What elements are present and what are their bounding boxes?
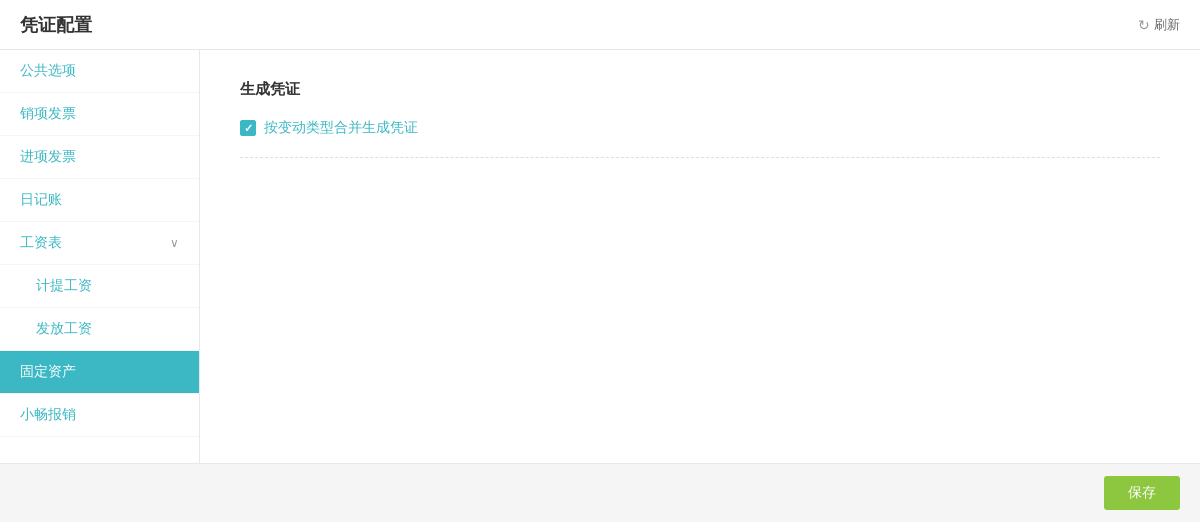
sidebar-item-label: 日记账 (20, 191, 62, 209)
sidebar: 公共选项 销项发票 进项发票 日记账 工资表 ∨ 计提工资 发放工资 固定资产 … (0, 50, 200, 463)
sidebar-item-public[interactable]: 公共选项 (0, 50, 199, 93)
section-divider (240, 157, 1160, 158)
sidebar-item-label: 小畅报销 (20, 406, 76, 424)
save-button[interactable]: 保存 (1104, 476, 1180, 510)
sidebar-item-accrual-salary[interactable]: 计提工资 (0, 265, 199, 308)
checkbox-label: 按变动类型合并生成凭证 (264, 119, 418, 137)
sidebar-item-label: 公共选项 (20, 62, 76, 80)
sidebar-item-payroll[interactable]: 工资表 ∨ (0, 222, 199, 265)
sidebar-item-label: 计提工资 (36, 277, 92, 295)
sidebar-item-label: 固定资产 (20, 363, 76, 381)
content-area: 生成凭证 按变动类型合并生成凭证 (200, 50, 1200, 463)
header: 凭证配置 ↻ 刷新 (0, 0, 1200, 50)
refresh-button[interactable]: ↻ 刷新 (1138, 16, 1180, 34)
checkbox-row: 按变动类型合并生成凭证 (240, 119, 1160, 137)
sidebar-item-label: 工资表 (20, 234, 62, 252)
footer: 保存 (0, 463, 1200, 522)
sidebar-item-pay-salary[interactable]: 发放工资 (0, 308, 199, 351)
sidebar-item-label: 进项发票 (20, 148, 76, 166)
merge-by-type-checkbox[interactable] (240, 120, 256, 136)
refresh-label: 刷新 (1154, 16, 1180, 34)
sidebar-item-label: 发放工资 (36, 320, 92, 338)
main-container: 公共选项 销项发票 进项发票 日记账 工资表 ∨ 计提工资 发放工资 固定资产 … (0, 50, 1200, 463)
page-title: 凭证配置 (20, 13, 92, 37)
refresh-icon: ↻ (1138, 17, 1150, 33)
section-title: 生成凭证 (240, 80, 1160, 99)
sidebar-item-label: 销项发票 (20, 105, 76, 123)
sidebar-item-expense[interactable]: 小畅报销 (0, 394, 199, 437)
sidebar-item-purchase-invoice[interactable]: 进项发票 (0, 136, 199, 179)
sidebar-item-fixed-assets[interactable]: 固定资产 (0, 351, 199, 394)
sidebar-item-journal[interactable]: 日记账 (0, 179, 199, 222)
sidebar-item-sales-invoice[interactable]: 销项发票 (0, 93, 199, 136)
chevron-down-icon: ∨ (170, 236, 179, 250)
